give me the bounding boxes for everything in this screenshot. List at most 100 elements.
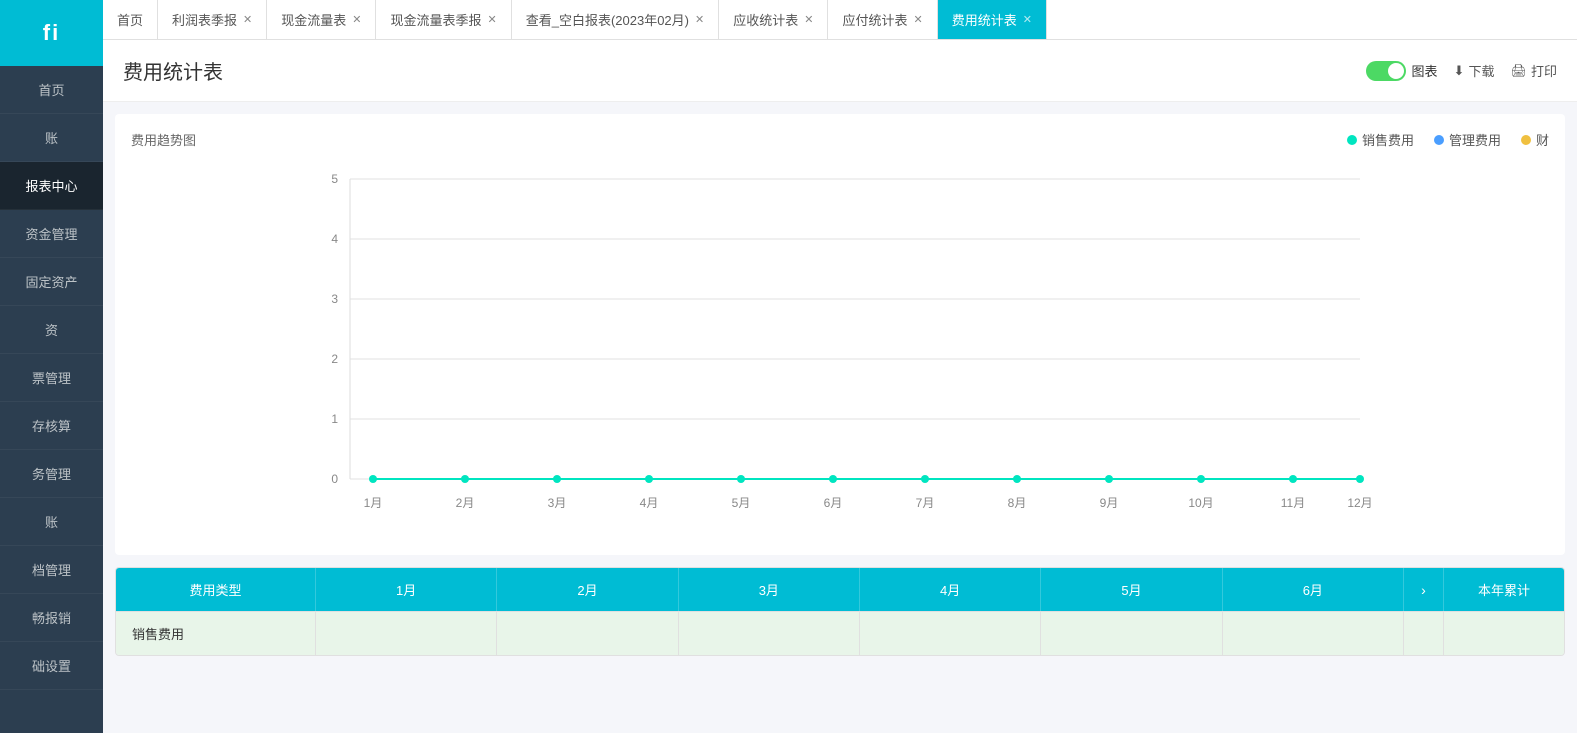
chart-section: 费用趋势图 销售费用 管理费用 财 bbox=[115, 114, 1565, 555]
svg-text:10月: 10月 bbox=[1188, 496, 1213, 510]
tab-profit-quarterly[interactable]: 利润表季报 ✕ bbox=[158, 0, 267, 40]
td-total bbox=[1444, 612, 1564, 655]
tab-bar: 首页 利润表季报 ✕ 现金流量表 ✕ 现金流量表季报 ✕ 查看_空白报表(202… bbox=[103, 0, 1577, 40]
tab-expense-stats[interactable]: 费用统计表 ✕ bbox=[938, 0, 1047, 40]
th-type: 费用类型 bbox=[116, 568, 316, 611]
sidebar-item-fixed-assets[interactable]: 固定资产 bbox=[0, 258, 103, 306]
svg-text:6月: 6月 bbox=[824, 496, 843, 510]
sidebar-item-expense[interactable]: 畅报销 bbox=[0, 594, 103, 642]
legend-dot-finance bbox=[1521, 135, 1531, 145]
main-area: 首页 利润表季报 ✕ 现金流量表 ✕ 现金流量表季报 ✕ 查看_空白报表(202… bbox=[103, 0, 1577, 733]
nav-next-arrow[interactable]: › bbox=[1421, 582, 1426, 598]
chart-toggle[interactable] bbox=[1366, 61, 1406, 81]
td-m1 bbox=[316, 612, 497, 655]
svg-text:11月: 11月 bbox=[1281, 496, 1305, 510]
sidebar-item-ticket-mgmt[interactable]: 票管理 bbox=[0, 354, 103, 402]
svg-text:7月: 7月 bbox=[916, 496, 935, 510]
close-tab-receivable-stats[interactable]: ✕ bbox=[804, 13, 813, 26]
download-button[interactable]: ⬇ 下载 bbox=[1454, 61, 1495, 80]
legend-mgmt: 管理费用 bbox=[1434, 130, 1501, 149]
tab-home[interactable]: 首页 bbox=[103, 0, 158, 40]
close-tab-blank-report[interactable]: ✕ bbox=[695, 13, 704, 26]
table-header-row: 费用类型 1月 2月 3月 4月 5月 6月 › 本年累计 bbox=[116, 568, 1564, 611]
svg-text:1: 1 bbox=[331, 412, 338, 426]
print-icon: 🖨 bbox=[1510, 63, 1527, 79]
print-button[interactable]: 🖨 打印 bbox=[1510, 61, 1557, 80]
svg-text:3: 3 bbox=[331, 292, 338, 306]
svg-text:5月: 5月 bbox=[732, 496, 751, 510]
expense-table: 费用类型 1月 2月 3月 4月 5月 6月 › 本年累计 销售费用 bbox=[115, 567, 1565, 656]
th-m2: 2月 bbox=[497, 568, 678, 611]
td-m5 bbox=[1041, 612, 1222, 655]
tab-blank-report[interactable]: 查看_空白报表(2023年02月) ✕ bbox=[512, 0, 720, 40]
svg-text:5: 5 bbox=[331, 172, 338, 186]
sidebar-item-home[interactable]: 首页 bbox=[0, 66, 103, 114]
svg-text:8月: 8月 bbox=[1008, 496, 1027, 510]
td-nav-spacer bbox=[1404, 612, 1444, 655]
th-m5: 5月 bbox=[1041, 568, 1222, 611]
td-m3 bbox=[679, 612, 860, 655]
close-tab-cashflow[interactable]: ✕ bbox=[352, 13, 361, 26]
chart-title: 费用趋势图 bbox=[131, 130, 196, 149]
sidebar-item-fund-mgmt[interactable]: 资金管理 bbox=[0, 210, 103, 258]
content-area: 费用统计表 图表 ⬇ 下载 🖨 打印 费用趋势图 bbox=[103, 40, 1577, 733]
sidebar-item-file-mgmt[interactable]: 档管理 bbox=[0, 546, 103, 594]
tab-receivable-stats[interactable]: 应收统计表 ✕ bbox=[719, 0, 828, 40]
download-icon: ⬇ bbox=[1454, 63, 1465, 79]
svg-text:2: 2 bbox=[331, 352, 338, 366]
page-title: 费用统计表 bbox=[123, 56, 223, 85]
th-m3: 3月 bbox=[679, 568, 860, 611]
svg-text:1月: 1月 bbox=[364, 496, 383, 510]
sidebar-item-task-mgmt[interactable]: 务管理 bbox=[0, 450, 103, 498]
svg-text:3月: 3月 bbox=[548, 496, 567, 510]
trend-chart: 0 1 2 3 4 5 1月 2月 3月 4月 5月 6月 7月 8月 9 bbox=[131, 159, 1549, 539]
legend-dot-sales bbox=[1347, 135, 1357, 145]
sidebar-item-stock-accounting[interactable]: 存核算 bbox=[0, 402, 103, 450]
th-total: 本年累计 bbox=[1444, 568, 1564, 611]
page-header: 费用统计表 图表 ⬇ 下载 🖨 打印 bbox=[103, 40, 1577, 102]
sidebar-item-account[interactable]: 账 bbox=[0, 114, 103, 162]
header-actions: 图表 ⬇ 下载 🖨 打印 bbox=[1366, 61, 1557, 81]
chart-toggle-label: 图表 bbox=[1412, 61, 1438, 80]
td-m4 bbox=[860, 612, 1041, 655]
svg-text:2月: 2月 bbox=[456, 496, 475, 510]
sidebar: fi 首页 账 报表中心 资金管理 固定资产 资 票管理 存核算 务管理 账 档… bbox=[0, 0, 103, 733]
td-m6 bbox=[1223, 612, 1404, 655]
legend-sales: 销售费用 bbox=[1347, 130, 1414, 149]
tab-payable-stats[interactable]: 应付统计表 ✕ bbox=[828, 0, 937, 40]
sidebar-item-report-center[interactable]: 报表中心 bbox=[0, 162, 103, 210]
svg-text:0: 0 bbox=[331, 472, 338, 486]
sidebar-logo: fi bbox=[0, 0, 103, 66]
chart-legend: 销售费用 管理费用 财 bbox=[1347, 130, 1549, 149]
download-label: 下载 bbox=[1468, 61, 1494, 80]
th-m1: 1月 bbox=[316, 568, 497, 611]
svg-text:4: 4 bbox=[331, 232, 338, 246]
svg-text:4月: 4月 bbox=[640, 496, 659, 510]
close-tab-profit-quarterly[interactable]: ✕ bbox=[243, 13, 252, 26]
print-label: 打印 bbox=[1531, 61, 1557, 80]
chart-container: 0 1 2 3 4 5 1月 2月 3月 4月 5月 6月 7月 8月 9 bbox=[131, 159, 1549, 539]
chart-header: 费用趋势图 销售费用 管理费用 财 bbox=[131, 130, 1549, 149]
legend-label-sales: 销售费用 bbox=[1362, 130, 1414, 149]
legend-dot-mgmt bbox=[1434, 135, 1444, 145]
tab-cashflow[interactable]: 现金流量表 ✕ bbox=[267, 0, 376, 40]
sidebar-item-base-settings[interactable]: 础设置 bbox=[0, 642, 103, 690]
table-row: 销售费用 bbox=[116, 611, 1564, 655]
legend-finance: 财 bbox=[1521, 130, 1549, 149]
close-tab-cashflow-quarterly[interactable]: ✕ bbox=[488, 13, 497, 26]
tab-cashflow-quarterly[interactable]: 现金流量表季报 ✕ bbox=[376, 0, 511, 40]
sidebar-item-ledger[interactable]: 账 bbox=[0, 498, 103, 546]
legend-label-finance: 财 bbox=[1536, 130, 1549, 149]
close-tab-expense-stats[interactable]: ✕ bbox=[1023, 13, 1032, 26]
close-tab-payable-stats[interactable]: ✕ bbox=[913, 13, 922, 26]
svg-text:12月: 12月 bbox=[1347, 496, 1372, 510]
chart-toggle-wrapper: 图表 bbox=[1366, 61, 1438, 81]
th-m4: 4月 bbox=[860, 568, 1041, 611]
sidebar-item-resource[interactable]: 资 bbox=[0, 306, 103, 354]
th-m6: 6月 bbox=[1223, 568, 1404, 611]
td-type: 销售费用 bbox=[116, 612, 316, 655]
legend-label-mgmt: 管理费用 bbox=[1449, 130, 1501, 149]
td-m2 bbox=[497, 612, 678, 655]
th-nav-next[interactable]: › bbox=[1404, 568, 1444, 611]
svg-text:9月: 9月 bbox=[1100, 496, 1119, 510]
